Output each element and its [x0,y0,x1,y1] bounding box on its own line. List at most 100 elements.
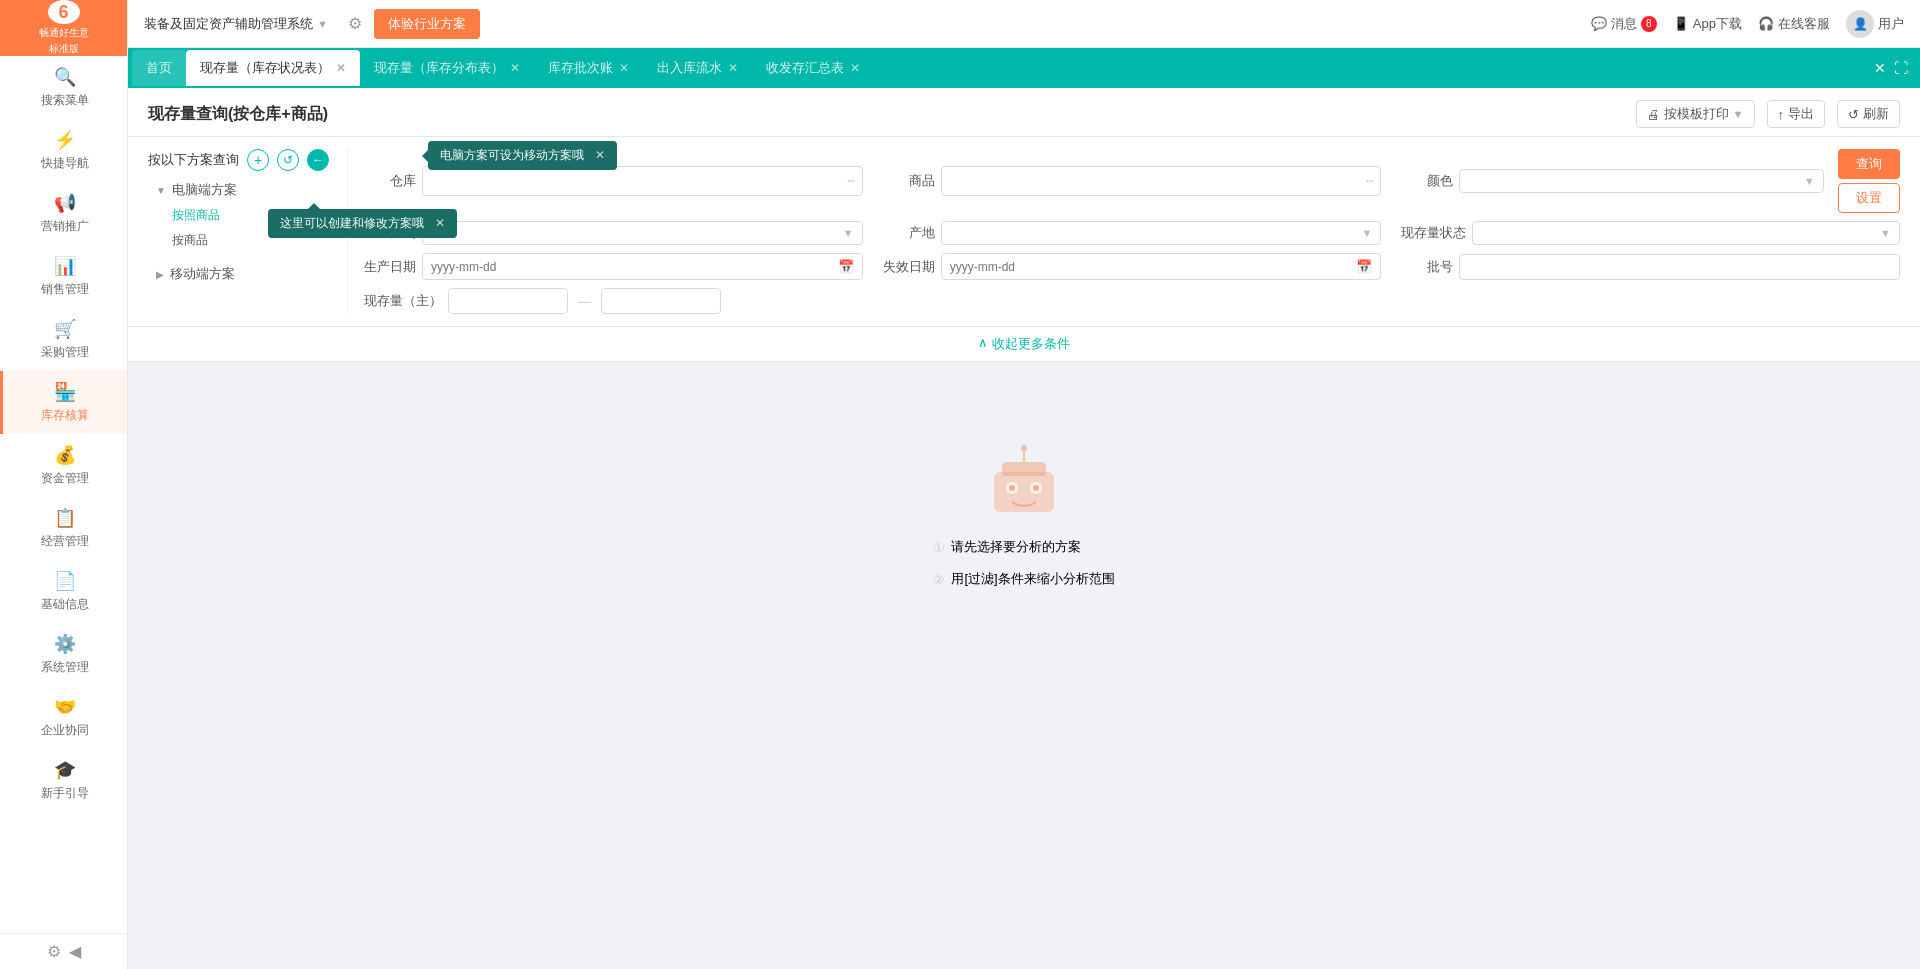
avatar-icon: 👤 [1853,17,1868,31]
prod-date-input[interactable]: 📅 [422,253,863,280]
filter-label: 按以下方案查询 [148,151,239,169]
sidebar-item-system[interactable]: ⚙️ 系统管理 [0,623,127,686]
warehouse-field: 仓库 ··· [364,166,863,196]
logo-text: 畅通好生意 [39,26,89,40]
tab-inventory-status[interactable]: 现存量（库存状况表） ✕ [186,50,360,86]
logo-subtext: 标准版 [49,42,79,56]
sidebar-item-sales[interactable]: 📊 销售管理 [0,245,127,308]
content-area: 现存量查询(按仓库+商品) 🖨 按模板打印 ▼ ↑ 导出 ↺ 刷新 [128,88,1920,969]
stock-qty-input-max[interactable] [601,288,721,314]
stock-status-label: 现存量状态 [1401,224,1466,242]
topbar-right: 💬 消息 8 📱 App下载 🎧 在线客服 👤 用户 [1591,10,1904,38]
tooltip2-close[interactable]: ✕ [435,216,445,230]
sidebar-item-guide[interactable]: 🎓 新手引导 [0,749,127,812]
stock-status-select[interactable]: ▼ [1472,221,1900,245]
sidebar-item-finance[interactable]: 💰 资金管理 [0,434,127,497]
collapse-up-arrow: ∧ [978,335,988,353]
expire-date-text[interactable] [950,260,1353,274]
sidebar-item-label: 库存核算 [41,407,89,424]
tab-batch-ledger-close[interactable]: ✕ [619,61,629,75]
goods-label: 商品 [883,172,935,190]
tab-inout-flow-close[interactable]: ✕ [728,61,738,75]
filter-refresh-btn[interactable]: ↺ [277,149,299,171]
tab-home[interactable]: 首页 [132,50,186,86]
app-download-item[interactable]: 📱 App下载 [1673,15,1742,33]
batch-no-input[interactable] [1459,254,1900,280]
messages-item[interactable]: 💬 消息 8 [1591,15,1657,33]
expire-date-input[interactable]: 📅 [941,253,1382,280]
batch-no-label: 批号 [1401,258,1453,276]
tab-recv-summary-close[interactable]: ✕ [850,61,860,75]
tab-recv-summary[interactable]: 收发存汇总表 ✕ [752,50,874,86]
online-support-item[interactable]: 🎧 在线客服 [1758,15,1830,33]
industry-solution-button[interactable]: 体验行业方案 [374,9,480,39]
warehouse-text-input[interactable] [431,174,842,188]
sidebar-item-operations[interactable]: 📋 经营管理 [0,497,127,560]
size-select[interactable]: ▼ [422,221,863,245]
message-badge: 8 [1641,16,1657,32]
user-item[interactable]: 👤 用户 [1846,10,1904,38]
sidebar: 6 畅通好生意 标准版 🔍 搜索菜单 ⚡ 快捷导航 📢 营销推广 📊 销售管理 … [0,0,128,969]
tab-inout-flow-label: 出入库流水 [657,59,722,77]
sidebar-item-enterprise[interactable]: 🤝 企业协同 [0,686,127,749]
color-field: 颜色 ▼ 查询 设置 [1401,149,1900,213]
tab-inventory-dist-close[interactable]: ✕ [510,61,520,75]
refresh-btn[interactable]: ↺ 刷新 [1837,100,1900,128]
scheme-mobile[interactable]: ▶ 移动端方案 [156,261,335,287]
origin-select-arrow: ▼ [1361,227,1372,239]
sidebar-item-label: 快捷导航 [41,155,89,172]
sidebar-item-search-menu[interactable]: 🔍 搜索菜单 [0,56,127,119]
filter-add-scheme-btn[interactable]: + [247,149,269,171]
main-area: 装备及固定资产辅助管理系统 ▼ ⚙ 体验行业方案 💬 消息 8 📱 App下载 … [128,0,1920,969]
sidebar-item-basic[interactable]: 📄 基础信息 [0,560,127,623]
stock-qty-input[interactable] [448,288,568,314]
sidebar-item-label: 新手引导 [41,785,89,802]
filter-header: 按以下方案查询 + ↺ ← 电脑方案可设为移动方案哦 ✕ [148,149,335,171]
sidebar-item-label: 搜索菜单 [41,92,89,109]
prod-date-text[interactable] [431,260,834,274]
sidebar-collapse-btn[interactable]: ◀ [69,942,81,961]
export-btn[interactable]: ↑ 导出 [1767,100,1826,128]
scheme-mobile-arrow: ▶ [156,269,164,280]
settings-gear-icon[interactable]: ⚙ [348,14,362,33]
expire-date-field: 失效日期 📅 [883,253,1382,280]
batch-no-text[interactable] [1468,260,1891,274]
print-template-btn[interactable]: 🖨 按模板打印 ▼ [1636,100,1755,128]
filter-back-btn[interactable]: ← [307,149,329,171]
sidebar-settings-btn[interactable]: ⚙ [47,942,61,961]
stock-qty-max-text[interactable] [610,294,712,308]
tab-batch-ledger[interactable]: 库存批次账 ✕ [534,50,643,86]
reset-button[interactable]: 设置 [1838,183,1900,213]
sidebar-item-inventory[interactable]: 🏪 库存核算 [0,371,127,434]
color-label: 颜色 [1401,172,1453,190]
sidebar-item-quick-nav[interactable]: ⚡ 快捷导航 [0,119,127,182]
print-template-label: 按模板打印 [1664,105,1729,123]
tab-close-all-icon[interactable]: ✕ [1874,60,1886,76]
basic-icon: 📄 [54,570,76,592]
tab-inout-flow[interactable]: 出入库流水 ✕ [643,50,752,86]
export-icon: ↑ [1778,107,1785,122]
tab-inventory-status-close[interactable]: ✕ [336,61,346,75]
tab-fullscreen-icon[interactable]: ⛶ [1894,60,1908,76]
query-button[interactable]: 查询 [1838,149,1900,179]
origin-select[interactable]: ▼ [941,221,1382,245]
system-name-selector[interactable]: 装备及固定资产辅助管理系统 ▼ [144,15,328,33]
collapse-row[interactable]: ∧ 收起更多条件 [128,327,1920,362]
scheme-desktop[interactable]: ▼ 电脑端方案 [156,177,335,203]
tabbar: 首页 现存量（库存状况表） ✕ 现存量（库存分布表） ✕ 库存批次账 ✕ 出入库… [128,48,1920,88]
sidebar-item-purchase[interactable]: 🛒 采购管理 [0,308,127,371]
goods-text-input[interactable] [950,174,1361,188]
color-select[interactable]: ▼ [1459,169,1824,193]
tooltip1-close[interactable]: ✕ [595,148,605,162]
message-icon: 💬 [1591,16,1607,31]
expire-date-label: 失效日期 [883,258,935,276]
empty-hint-1-text: 请先选择要分析的方案 [951,538,1081,556]
sidebar-item-marketing[interactable]: 📢 营销推广 [0,182,127,245]
tab-inventory-dist[interactable]: 现存量（库存分布表） ✕ [360,50,534,86]
stock-qty-text[interactable] [457,294,559,308]
sidebar-item-label: 经营管理 [41,533,89,550]
sidebar-item-label: 营销推广 [41,218,89,235]
warehouse-input[interactable]: ··· [422,166,863,196]
origin-field: 产地 ▼ [883,221,1382,245]
goods-input[interactable]: ··· [941,166,1382,196]
